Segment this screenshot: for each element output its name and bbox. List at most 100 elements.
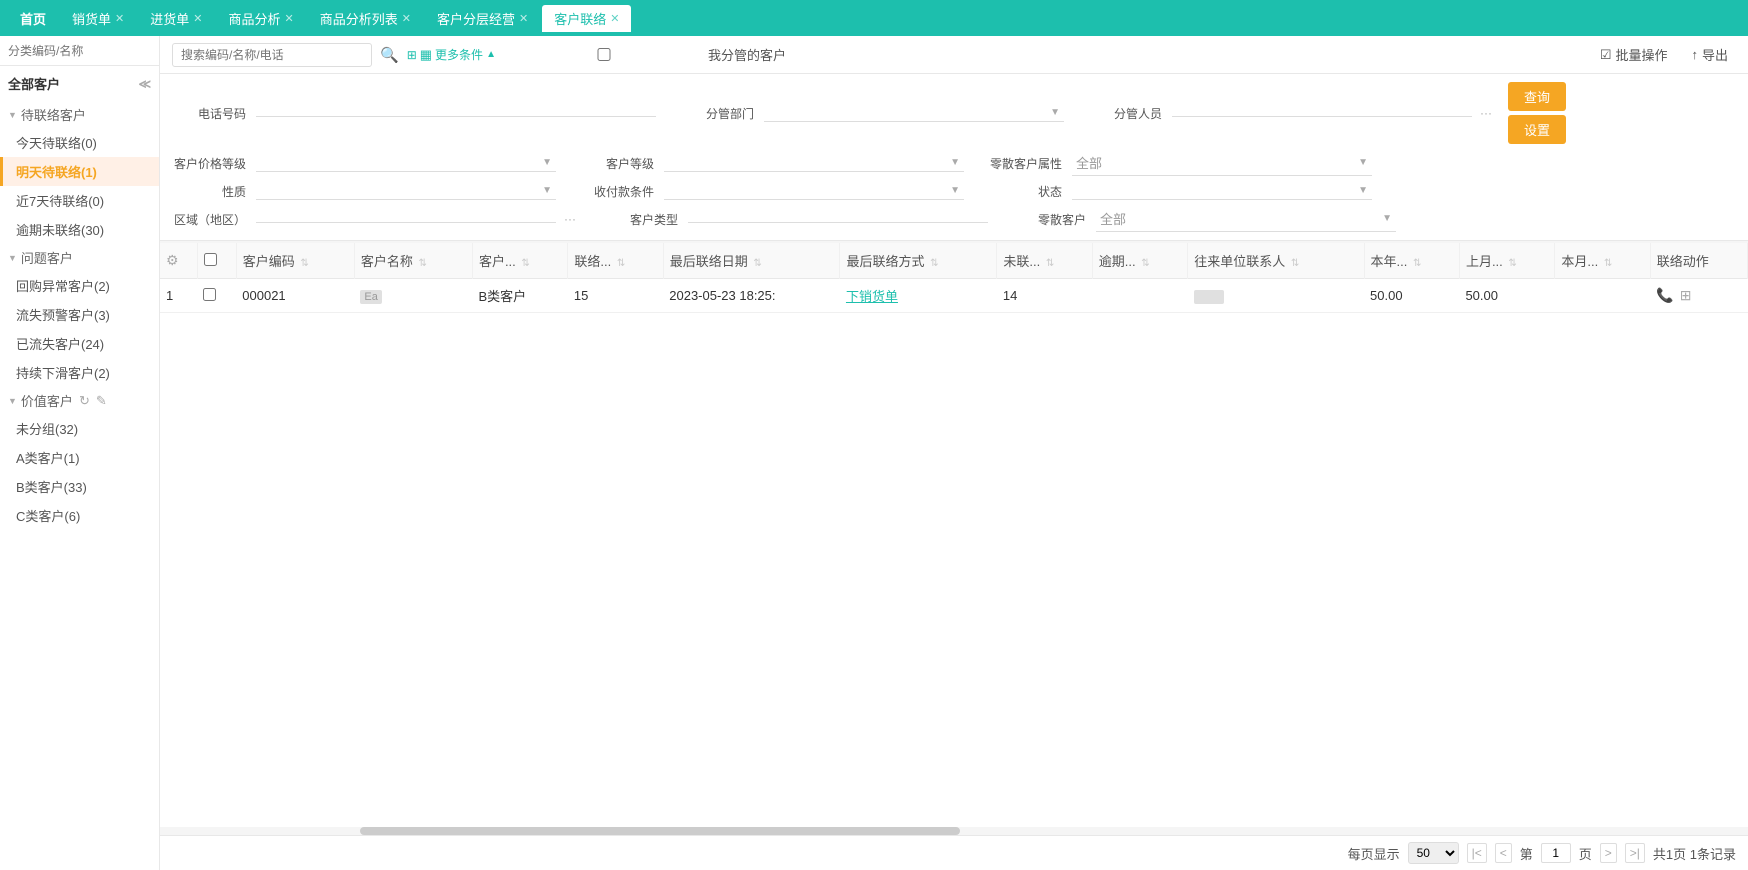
retail-attr-select[interactable]: 全部 ▼ [1072,150,1372,176]
name-sort-icon[interactable]: ⇅ [419,258,427,269]
area-label: 区域（地区） [172,211,252,228]
area-input[interactable] [256,216,556,223]
nav-purchase-close[interactable]: ✕ [193,12,202,25]
prev-page-btn[interactable]: < [1495,843,1512,863]
row-contact-count: 15 [568,279,663,313]
col-this-year: 本年... ⇅ [1364,243,1459,279]
last-contact-method-sort-icon[interactable]: ⇅ [930,258,938,269]
nav-customer-contact-close[interactable]: ✕ [610,12,619,25]
last-contact-date-sort-icon[interactable]: ⇅ [753,258,761,269]
nav-purchase[interactable]: 进货单 ✕ [138,5,214,32]
sidebar-group-value-refresh[interactable]: ↻ [79,393,90,409]
my-customer-filter[interactable]: 我分管的客户 [504,45,786,64]
page-input[interactable] [1541,843,1571,863]
nav-analysis-list[interactable]: 商品分析列表 ✕ [308,5,423,32]
gender-chevron: ▼ [542,185,552,196]
nav-customer-tier[interactable]: 客户分层经营 ✕ [425,5,540,32]
sidebar-item-churned[interactable]: 已流失客户(24) [0,329,159,358]
nav-analysis-close[interactable]: ✕ [285,12,294,25]
overdue-sort-icon[interactable]: ⇅ [1141,258,1149,269]
action-more-icon[interactable]: ⊞ [1680,287,1692,304]
customer-type-input[interactable] [688,216,988,223]
manager-label: 分管人员 [1088,105,1168,122]
sidebar-group-pending: 待联络客户 [0,101,159,128]
batch-op-button[interactable]: ☑ 批量操作 [1592,42,1676,67]
row-this-year: 50.00 [1364,279,1459,313]
col-this-month: 本月... ⇅ [1555,243,1650,279]
manager-more[interactable]: ··· [1476,106,1496,120]
sidebar-item-ungrouped[interactable]: 未分组(32) [0,414,159,443]
nav-home[interactable]: 首页 [8,5,58,32]
more-filter-button[interactable]: ▦ 更多条件 ▲ [407,46,496,63]
type-sort-icon[interactable]: ⇅ [521,258,529,269]
sidebar-item-overdue[interactable]: 逾期未联络(30) [0,215,159,244]
manager-input[interactable] [1172,110,1472,117]
sidebar-search-input[interactable] [8,44,160,58]
this-year-sort-icon[interactable]: ⇅ [1413,258,1421,269]
nav-customer-tier-close[interactable]: ✕ [519,12,528,25]
search-button[interactable]: 🔍 [380,46,399,64]
first-page-btn[interactable]: |< [1467,843,1487,863]
col-overdue: 逾期... ⇅ [1092,243,1187,279]
nav-sales-close[interactable]: ✕ [115,12,124,25]
last-contact-method-link[interactable]: 下销货单 [846,289,898,304]
sidebar-item-7days[interactable]: 近7天待联络(0) [0,186,159,215]
sidebar-item-repurchase-anomaly[interactable]: 回购异常客户(2) [0,271,159,300]
payment-select[interactable]: ▼ [664,182,964,200]
sidebar-item-class-b[interactable]: B类客户(33) [0,472,159,501]
scrollbar-thumb[interactable] [360,827,960,835]
code-sort-icon[interactable]: ⇅ [300,258,308,269]
customer-price-chevron: ▼ [542,157,552,168]
action-phone-icon[interactable]: 📞 [1656,287,1673,304]
col-last-contact-date: 最后联络日期 ⇅ [663,243,840,279]
collapse-icon[interactable]: ≪ [138,77,151,91]
horizontal-scrollbar[interactable] [160,827,1748,835]
customer-price-label: 客户价格等级 [172,155,252,172]
gender-select[interactable]: ▼ [256,182,556,200]
customer-level-chevron: ▼ [950,157,960,168]
filter-actions: 查询 设置 [1508,82,1566,144]
sidebar-all-customers[interactable]: 全部客户 ≪ [0,66,159,101]
phone-input[interactable] [256,110,656,117]
customer-level-label: 客户等级 [580,155,660,172]
contact-count-sort-icon[interactable]: ⇅ [617,258,625,269]
per-page-select[interactable]: 50 100 200 [1408,842,1459,864]
retail-customer-select[interactable]: 全部 ▼ [1096,206,1396,232]
row-select-checkbox[interactable] [203,288,216,301]
customer-price-select[interactable]: ▼ [256,154,556,172]
next-page-btn[interactable]: > [1600,843,1617,863]
filter-row-3: 性质 ▼ 收付款条件 ▼ 状态 ▼ [172,182,1736,200]
nav-analysis-list-close[interactable]: ✕ [402,12,411,25]
gear-icon[interactable]: ⚙ [166,252,179,268]
my-customer-checkbox[interactable] [504,48,704,61]
sidebar-item-class-a[interactable]: A类客户(1) [0,443,159,472]
export-button[interactable]: ↑ 导出 [1683,42,1736,67]
nav-analysis[interactable]: 商品分析 ✕ [216,5,305,32]
sidebar-group-value: 价值客户 ↻ ✎ [0,387,159,414]
per-page-label: 每页显示 [1348,844,1400,863]
sidebar-item-tomorrow[interactable]: 明天待联络(1) [0,157,159,186]
nav-sales[interactable]: 销货单 ✕ [60,5,136,32]
last-page-btn[interactable]: >| [1625,843,1645,863]
sidebar-item-declining[interactable]: 持续下滑客户(2) [0,358,159,387]
no-contact-sort-icon[interactable]: ⇅ [1046,258,1054,269]
last-month-sort-icon[interactable]: ⇅ [1508,258,1516,269]
customer-level-select[interactable]: ▼ [664,154,964,172]
area-more[interactable]: ··· [560,212,580,226]
row-name: Ea [354,279,472,313]
reset-button[interactable]: 设置 [1508,115,1566,144]
this-month-sort-icon[interactable]: ⇅ [1604,258,1612,269]
sidebar-item-today[interactable]: 今天待联络(0) [0,128,159,157]
dept-select[interactable]: ▼ [764,104,1064,122]
nav-customer-contact[interactable]: 客户联络 ✕ [542,5,631,32]
sidebar-search-area: 🔍 [0,36,159,66]
select-all-checkbox[interactable] [204,253,217,266]
sidebar-item-churn-warning[interactable]: 流失预警客户(3) [0,300,159,329]
query-button[interactable]: 查询 [1508,82,1566,111]
sidebar-group-value-edit[interactable]: ✎ [96,393,107,409]
status-select[interactable]: ▼ [1072,182,1372,200]
contact-person-sort-icon[interactable]: ⇅ [1291,258,1299,269]
col-name: 客户名称 ⇅ [354,243,472,279]
sidebar-item-class-c[interactable]: C类客户(6) [0,501,159,530]
search-input[interactable] [172,43,372,67]
